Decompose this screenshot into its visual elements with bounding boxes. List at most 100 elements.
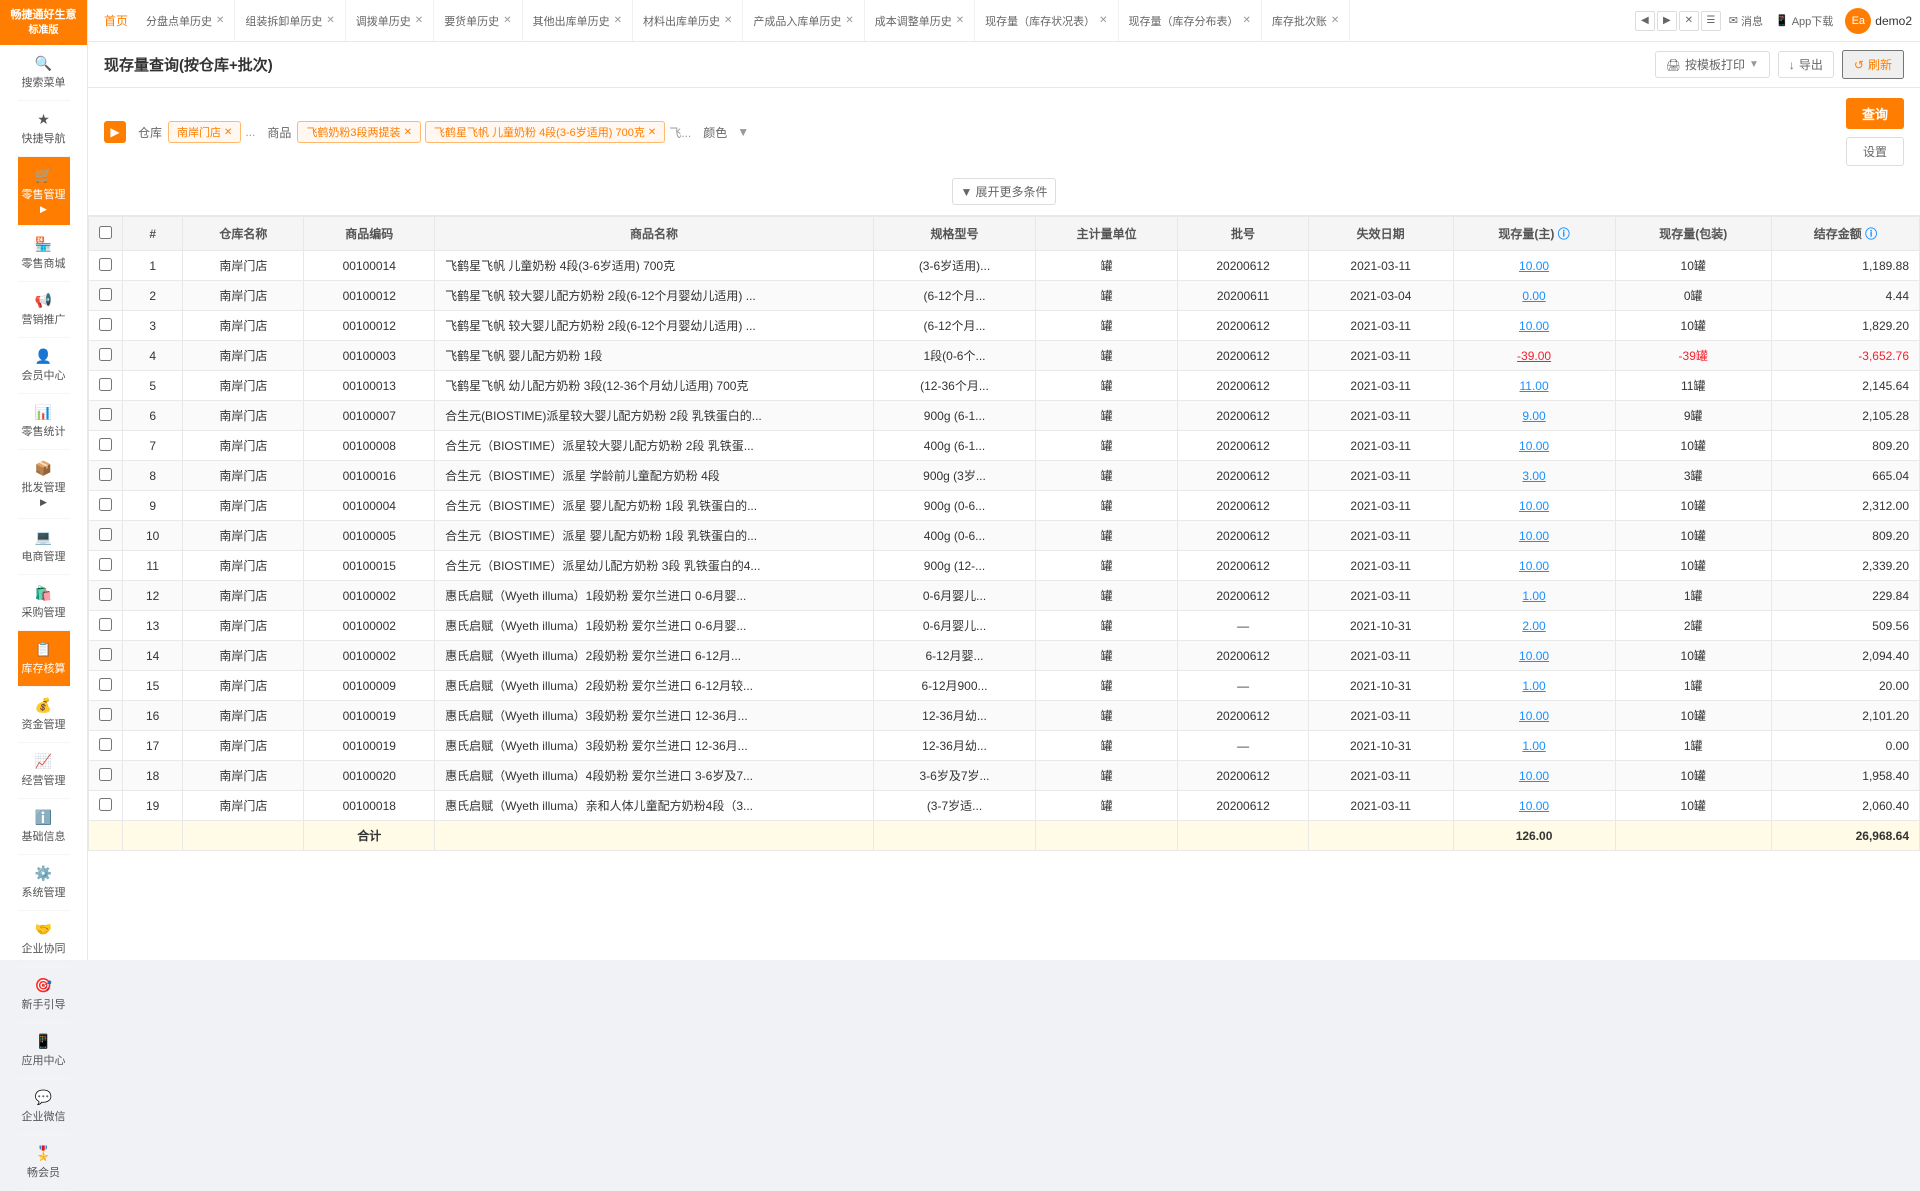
warehouse-tag[interactable]: 南岸门店 ✕	[168, 121, 241, 143]
sidebar-item-应用中心[interactable]: 📱应用中心	[18, 1023, 70, 1079]
tab-close-3[interactable]: ✕	[503, 15, 511, 26]
product-tag-close-0[interactable]: ✕	[404, 127, 412, 138]
warehouse-tag-close[interactable]: ✕	[224, 127, 232, 138]
sidebar-item-快捷导航[interactable]: ★快捷导航	[18, 101, 70, 157]
template-print-btn[interactable]: 🖨 按模板打印 ▼	[1655, 51, 1770, 78]
sidebar-item-新手引导[interactable]: 🎯新手引导	[18, 967, 70, 1023]
refresh-btn[interactable]: ↺ 刷新	[1842, 50, 1904, 79]
sidebar-item-营销推广[interactable]: 📢营销推广	[18, 282, 70, 338]
product-tag-1[interactable]: 飞鹤星飞帆 儿童奶粉 4段(3-6岁适用) 700克✕	[425, 121, 665, 143]
stock-link-5[interactable]: 9.00	[1522, 409, 1545, 423]
stock-link-14[interactable]: 1.00	[1522, 679, 1545, 693]
row-checkbox-2[interactable]	[99, 318, 112, 331]
stock-link-13[interactable]: 10.00	[1519, 649, 1549, 663]
stock-link-10[interactable]: 10.00	[1519, 559, 1549, 573]
row-checkbox-18[interactable]	[99, 798, 112, 811]
filter-toggle-btn[interactable]: ▶	[104, 121, 126, 143]
topbar-tab-9[interactable]: 现存量（库存分布表）✕	[1119, 0, 1262, 41]
tab-prev-arrow[interactable]: ◀	[1635, 11, 1655, 31]
row-checkbox-15[interactable]	[99, 708, 112, 721]
tab-close-2[interactable]: ✕	[415, 15, 423, 26]
product-tag-0[interactable]: 飞鹤奶粉3段两提装✕	[297, 121, 421, 143]
row-checkbox-11[interactable]	[99, 588, 112, 601]
row-checkbox-17[interactable]	[99, 768, 112, 781]
stock-link-17[interactable]: 10.00	[1519, 769, 1549, 783]
stock-link-8[interactable]: 10.00	[1519, 499, 1549, 513]
topbar-tab-7[interactable]: 成本调整单历史✕	[865, 0, 975, 41]
tab-menu-arrow[interactable]: ☰	[1701, 11, 1721, 31]
topbar-tab-2[interactable]: 调拨单历史✕	[346, 0, 434, 41]
stock-link-18[interactable]: 10.00	[1519, 799, 1549, 813]
stock-link-0[interactable]: 10.00	[1519, 259, 1549, 273]
sidebar-item-库存核算[interactable]: 📋库存核算	[18, 631, 70, 687]
stock-link-16[interactable]: 1.00	[1522, 739, 1545, 753]
row-checkbox-3[interactable]	[99, 348, 112, 361]
stock-link-11[interactable]: 1.00	[1522, 589, 1545, 603]
sidebar-item-经营管理[interactable]: 📈经营管理	[18, 743, 70, 799]
sidebar-item-资金管理[interactable]: 💰资金管理	[18, 687, 70, 743]
row-checkbox-4[interactable]	[99, 378, 112, 391]
stock-link-1[interactable]: 0.00	[1522, 289, 1545, 303]
row-checkbox-6[interactable]	[99, 438, 112, 451]
row-checkbox-7[interactable]	[99, 468, 112, 481]
stock-link-7[interactable]: 3.00	[1522, 469, 1545, 483]
query-btn[interactable]: 查询	[1846, 98, 1904, 129]
app-download-btn[interactable]: 📱 App下载	[1775, 13, 1833, 29]
sidebar-item-零售商城[interactable]: 🏪零售商城	[18, 226, 70, 282]
topbar-tab-8[interactable]: 现存量（库存状况表）✕	[975, 0, 1118, 41]
row-checkbox-9[interactable]	[99, 528, 112, 541]
home-link[interactable]: 首页	[96, 12, 136, 29]
stock-link-15[interactable]: 10.00	[1519, 709, 1549, 723]
scroll-container[interactable]: #仓库名称商品编码商品名称规格型号主计量单位批号失效日期现存量(主) ⓘ现存量(…	[88, 216, 1920, 960]
topbar-tab-0[interactable]: 分盘点单历史✕	[136, 0, 235, 41]
sidebar-item-电商管理[interactable]: 💻电商管理	[18, 519, 70, 575]
stock-link-2[interactable]: 10.00	[1519, 319, 1549, 333]
select-all-checkbox[interactable]	[99, 226, 112, 239]
tab-close-5[interactable]: ✕	[724, 15, 732, 26]
expand-more-btn[interactable]: ▼ 展开更多条件	[952, 178, 1057, 205]
tab-close-10[interactable]: ✕	[1331, 15, 1339, 26]
stock-link-4[interactable]: 11.00	[1519, 379, 1548, 393]
row-checkbox-10[interactable]	[99, 558, 112, 571]
row-checkbox-0[interactable]	[99, 258, 112, 271]
row-checkbox-1[interactable]	[99, 288, 112, 301]
sidebar-item-批发管理[interactable]: 📦批发管理▶	[18, 450, 70, 519]
topbar-tab-10[interactable]: 库存批次账✕	[1262, 0, 1350, 41]
sidebar-item-零售统计[interactable]: 📊零售统计	[18, 394, 70, 450]
tab-close-1[interactable]: ✕	[326, 15, 334, 26]
row-checkbox-12[interactable]	[99, 618, 112, 631]
sidebar-item-会员中心[interactable]: 👤会员中心	[18, 338, 70, 394]
sidebar-item-系统管理[interactable]: ⚙️系统管理	[18, 855, 70, 911]
sidebar-item-企业协同[interactable]: 🤝企业协同	[18, 911, 70, 967]
tab-close-4[interactable]: ✕	[614, 15, 622, 26]
row-checkbox-16[interactable]	[99, 738, 112, 751]
tab-close-arrow[interactable]: ✕	[1679, 11, 1699, 31]
topbar-tab-1[interactable]: 组装拆卸单历史✕	[235, 0, 345, 41]
tab-next-arrow[interactable]: ▶	[1657, 11, 1677, 31]
row-checkbox-13[interactable]	[99, 648, 112, 661]
user-menu[interactable]: Ea demo2	[1845, 8, 1912, 34]
sidebar-item-企业微信[interactable]: 💬企业微信	[18, 1079, 70, 1135]
row-checkbox-14[interactable]	[99, 678, 112, 691]
setting-btn[interactable]: 设置	[1846, 137, 1904, 166]
sidebar-item-基础信息[interactable]: ℹ️基础信息	[18, 799, 70, 855]
topbar-tab-4[interactable]: 其他出库单历史✕	[523, 0, 633, 41]
row-checkbox-8[interactable]	[99, 498, 112, 511]
stock-link-9[interactable]: 10.00	[1519, 529, 1549, 543]
topbar-tab-3[interactable]: 要货单历史✕	[434, 0, 522, 41]
tab-close-9[interactable]: ✕	[1243, 15, 1251, 26]
topbar-tab-5[interactable]: 材料出库单历史✕	[633, 0, 743, 41]
sidebar-logo[interactable]: 畅捷通好生意 标准版	[0, 0, 87, 45]
tab-close-6[interactable]: ✕	[845, 15, 853, 26]
stock-link-3[interactable]: -39.00	[1517, 349, 1551, 363]
sidebar-item-畅会员[interactable]: 🎖️畅会员	[18, 1135, 70, 1191]
tab-close-0[interactable]: ✕	[216, 15, 224, 26]
message-btn[interactable]: ✉ 消息	[1729, 13, 1763, 29]
sidebar-item-搜索菜单[interactable]: 🔍搜索菜单	[18, 45, 70, 101]
tab-close-7[interactable]: ✕	[956, 15, 964, 26]
sidebar-item-采购管理[interactable]: 🛍️采购管理	[18, 575, 70, 631]
sidebar-item-零售管理[interactable]: 🛒零售管理▶	[18, 157, 70, 226]
row-checkbox-5[interactable]	[99, 408, 112, 421]
tab-close-8[interactable]: ✕	[1099, 15, 1107, 26]
stock-link-6[interactable]: 10.00	[1519, 439, 1549, 453]
